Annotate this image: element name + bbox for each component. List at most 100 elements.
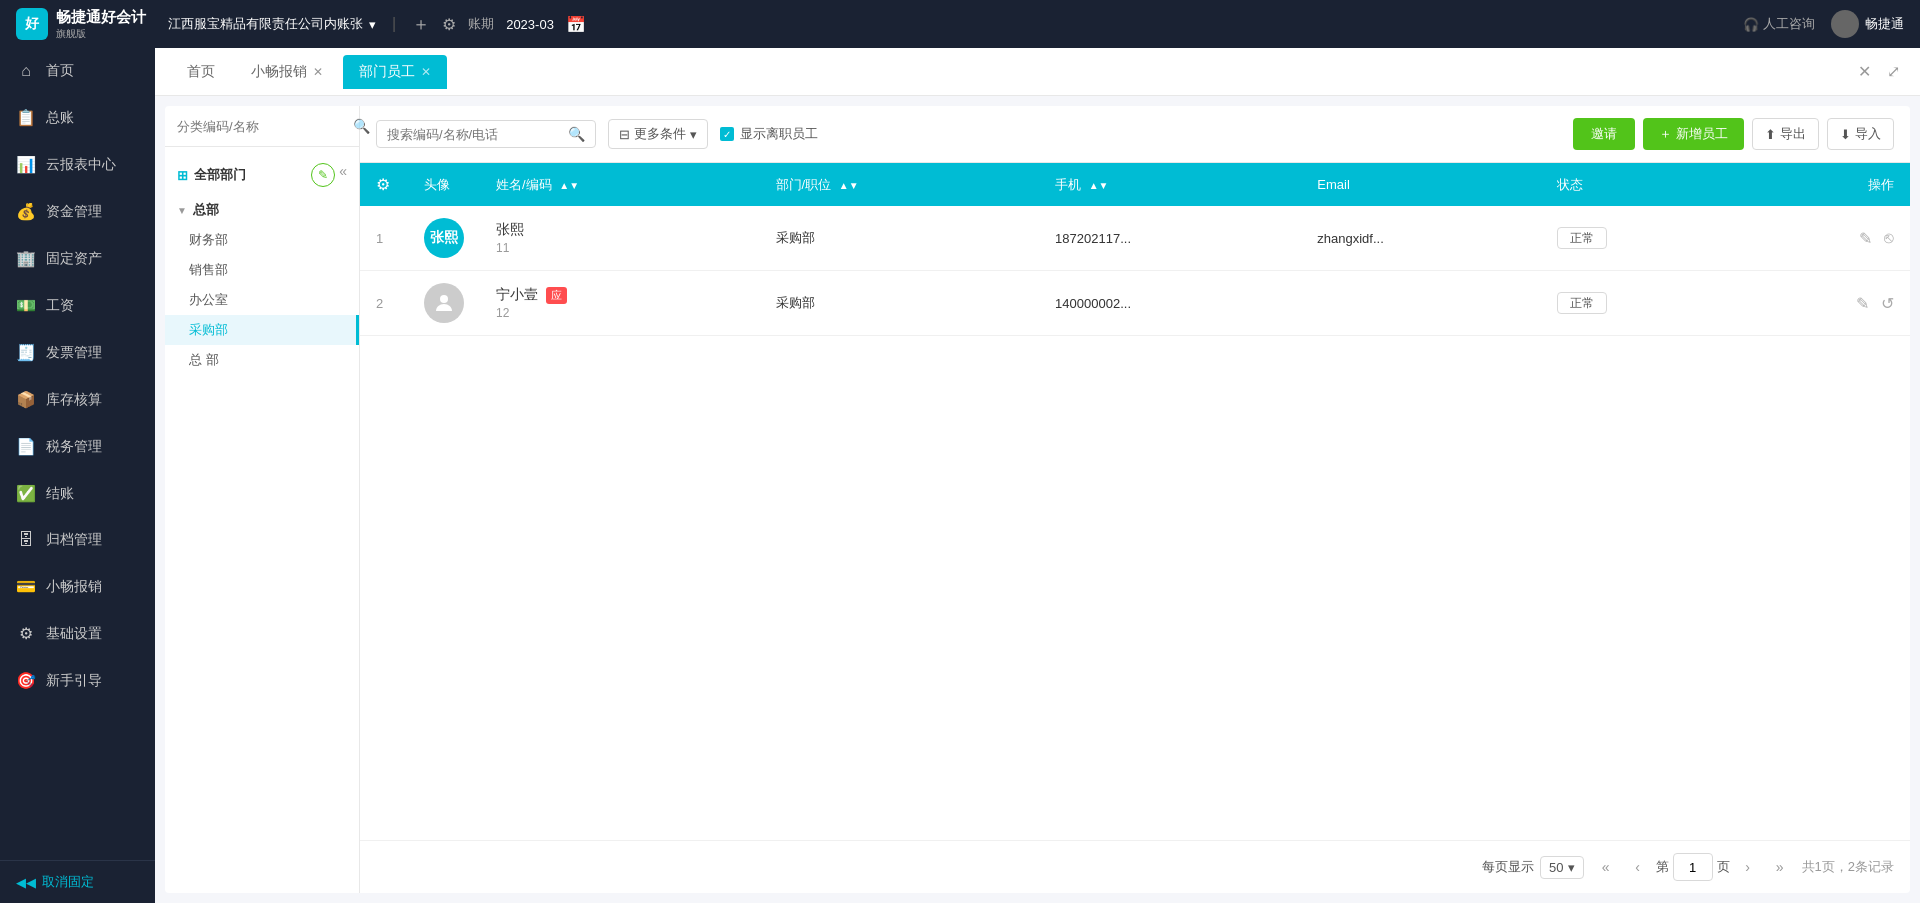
- dept-search-input[interactable]: [177, 119, 345, 134]
- first-page-button[interactable]: «: [1592, 853, 1620, 881]
- arrow-down-icon: ▼: [177, 205, 187, 216]
- show-resigned-toggle[interactable]: ✓ 显示离职员工: [720, 125, 818, 143]
- export-button[interactable]: ⬆ 导出: [1752, 118, 1819, 150]
- dept-tree-body: ⊞ 全部部门 ✎ « ▼ 总部 财务部: [165, 147, 359, 893]
- sidebar-item-assets[interactable]: 🏢 固定资产: [0, 235, 155, 282]
- sidebar-item-reports[interactable]: 📊 云报表中心: [0, 141, 155, 188]
- all-dept-button[interactable]: ⊞ 全部部门: [177, 166, 246, 184]
- search-input[interactable]: [387, 127, 562, 142]
- sidebar-item-ledger[interactable]: 📋 总账: [0, 94, 155, 141]
- grid-icon: ⊞: [177, 168, 188, 183]
- settings-icon[interactable]: ⚙: [442, 15, 456, 34]
- tab-employees-close[interactable]: ✕: [421, 65, 431, 79]
- per-page-label: 每页显示: [1482, 858, 1534, 876]
- user-area[interactable]: 畅捷通: [1831, 10, 1904, 38]
- cancel-pin-label: 取消固定: [42, 873, 94, 891]
- page-label-after: 页: [1717, 858, 1730, 876]
- search-icon[interactable]: 🔍: [568, 126, 585, 142]
- add-employee-button[interactable]: ＋ 新增员工: [1643, 118, 1744, 150]
- col-name[interactable]: 姓名/编码 ▲▼: [480, 163, 760, 206]
- logout-button-1[interactable]: ⎋: [1884, 229, 1894, 248]
- collapse-icon[interactable]: «: [339, 163, 347, 187]
- dept-node-root[interactable]: ▼ 总部: [165, 195, 359, 225]
- dropdown-icon: ▾: [369, 17, 376, 32]
- table-container: ⚙ 头像 姓名/编码 ▲▼ 部门/职位: [360, 163, 1910, 840]
- dept-node-general[interactable]: 总 部: [165, 345, 359, 375]
- col-settings[interactable]: ⚙: [360, 163, 408, 206]
- logo-icon: 好: [16, 8, 48, 40]
- employee-list: 🔍 ⊟ 更多条件 ▾ ✓ 显示离职员工 邀请 ＋: [360, 106, 1910, 893]
- dept-node-sales[interactable]: 销售部: [165, 255, 359, 285]
- calendar-icon[interactable]: 📅: [566, 15, 586, 34]
- import-button[interactable]: ⬇ 导入: [1827, 118, 1894, 150]
- add-company-button[interactable]: ＋: [412, 12, 430, 36]
- next-page-button[interactable]: ›: [1734, 853, 1762, 881]
- col-name-label: 姓名/编码: [496, 177, 552, 192]
- tab-expense[interactable]: 小畅报销 ✕: [235, 55, 339, 89]
- edit-button-2[interactable]: ✎: [1856, 294, 1869, 313]
- cell-avatar-2: [408, 271, 480, 336]
- sidebar-item-tax[interactable]: 📄 税务管理: [0, 423, 155, 470]
- close-window-icon[interactable]: ✕: [1854, 58, 1875, 85]
- sidebar-label-inventory: 库存核算: [46, 391, 102, 409]
- sidebar-item-salary[interactable]: 💵 工资: [0, 282, 155, 329]
- logo-sub: 旗舰版: [56, 27, 146, 41]
- filter-button[interactable]: ⊟ 更多条件 ▾: [608, 119, 708, 149]
- dept-node-office[interactable]: 办公室: [165, 285, 359, 315]
- sidebar-item-funds[interactable]: 💰 资金管理: [0, 188, 155, 235]
- maximize-icon[interactable]: ⤢: [1883, 58, 1904, 85]
- tab-home-label: 首页: [187, 63, 215, 81]
- sidebar-item-invoice[interactable]: 🧾 发票管理: [0, 329, 155, 376]
- total-info: 共1页，2条记录: [1802, 858, 1894, 876]
- sidebar-item-settings[interactable]: ⚙ 基础设置: [0, 610, 155, 657]
- cancel-pin-button[interactable]: ◀◀ 取消固定: [0, 860, 155, 903]
- sidebar-label-funds: 资金管理: [46, 203, 102, 221]
- add-dept-button[interactable]: ✎: [311, 163, 335, 187]
- emp-name-1: 张熙: [496, 221, 744, 239]
- dept-root-label: 总部: [193, 201, 219, 219]
- tab-expense-close[interactable]: ✕: [313, 65, 323, 79]
- emp-name-2: 宁小壹: [496, 286, 538, 304]
- invite-button[interactable]: 邀请: [1573, 118, 1635, 150]
- sidebar-label-home: 首页: [46, 62, 74, 80]
- per-page-select[interactable]: 50 ▾: [1540, 856, 1583, 879]
- sidebar-item-expense[interactable]: 💳 小畅报销: [0, 563, 155, 610]
- prev-page-button[interactable]: ‹: [1624, 853, 1652, 881]
- sidebar-item-closing[interactable]: ✅ 结账: [0, 470, 155, 517]
- tab-home[interactable]: 首页: [171, 55, 231, 89]
- delete-button-2[interactable]: ↺: [1881, 294, 1894, 313]
- sidebar-item-archive[interactable]: 🗄 归档管理: [0, 517, 155, 563]
- table-gear-icon[interactable]: ⚙: [376, 176, 390, 193]
- sidebar-item-guide[interactable]: 🎯 新手引导: [0, 657, 155, 704]
- expense-icon: 💳: [16, 577, 36, 596]
- svg-point-0: [440, 295, 448, 303]
- sidebar-item-inventory[interactable]: 📦 库存核算: [0, 376, 155, 423]
- closing-icon: ✅: [16, 484, 36, 503]
- tab-employees[interactable]: 部门员工 ✕: [343, 55, 447, 89]
- last-page-button[interactable]: »: [1766, 853, 1794, 881]
- cell-email-2: [1301, 271, 1540, 336]
- dept-node-purchase[interactable]: 采购部: [165, 315, 359, 345]
- badge-2: 应: [546, 287, 567, 304]
- support-button[interactable]: 🎧 人工咨询: [1743, 15, 1815, 33]
- col-actions: 操作: [1740, 163, 1910, 206]
- toolbar-right: 邀请 ＋ 新增员工 ⬆ 导出 ⬇ 导入: [1573, 118, 1894, 150]
- emp-phone-2: 140000002...: [1055, 296, 1131, 311]
- page-input[interactable]: [1673, 853, 1713, 881]
- edit-button-1[interactable]: ✎: [1859, 229, 1872, 248]
- col-email-label: Email: [1317, 177, 1350, 192]
- dept-node-finance[interactable]: 财务部: [165, 225, 359, 255]
- per-page-value: 50: [1549, 860, 1563, 875]
- action-icons-2: ✎ ↺: [1756, 294, 1894, 313]
- sort-phone-icon: ▲▼: [1089, 181, 1109, 191]
- ledger-icon: 📋: [16, 108, 36, 127]
- avatar-1: 张熙: [424, 218, 464, 258]
- company-selector[interactable]: 江西服宝精品有限责任公司内账张 ▾: [168, 15, 376, 33]
- emp-dept-1: 采购部: [776, 230, 815, 245]
- sidebar-item-home[interactable]: ⌂ 首页: [0, 48, 155, 94]
- sidebar-label-ledger: 总账: [46, 109, 74, 127]
- sidebar-label-guide: 新手引导: [46, 672, 102, 690]
- col-phone-label: 手机: [1055, 177, 1081, 192]
- col-dept[interactable]: 部门/职位 ▲▼: [760, 163, 1040, 206]
- col-phone[interactable]: 手机 ▲▼: [1039, 163, 1301, 206]
